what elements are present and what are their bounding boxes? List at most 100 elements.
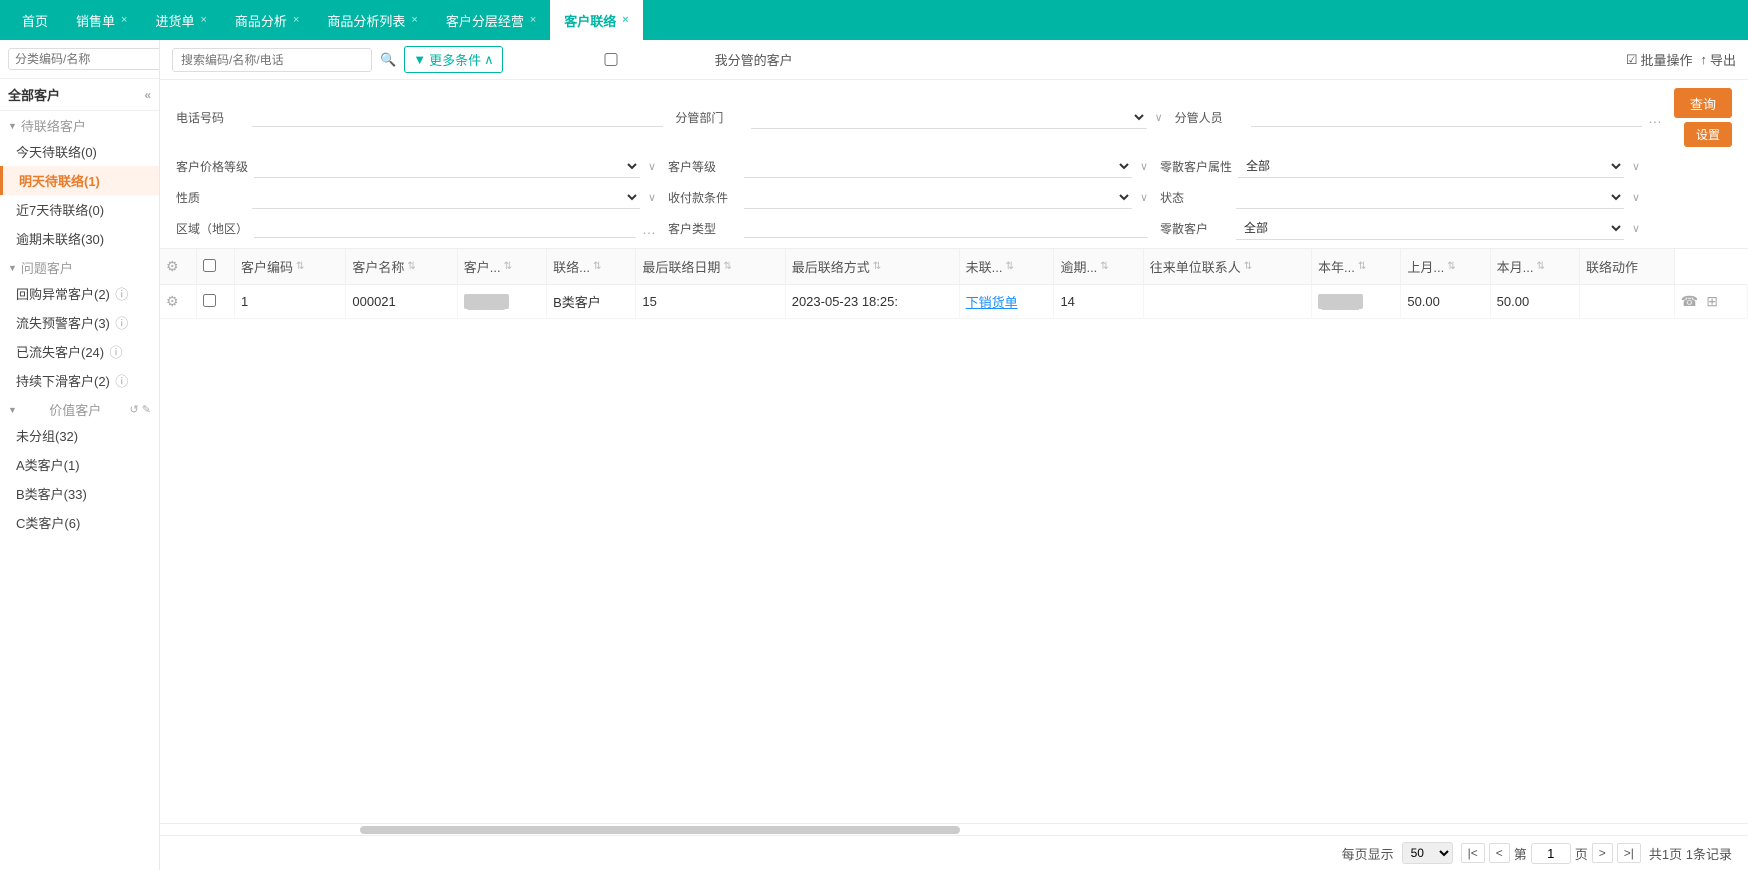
set-button[interactable]: 设置	[1684, 122, 1732, 147]
close-purchase-order-icon[interactable]: ×	[200, 14, 206, 26]
filter-phone: 电话号码	[176, 108, 663, 127]
th-not-contacted[interactable]: 未联...⇅	[959, 249, 1054, 285]
filter-panel: 电话号码 分管部门 ∨ 分管人员 … 查询 设置	[160, 80, 1748, 249]
filter-retail-customer-select[interactable]: 全部	[1236, 217, 1624, 240]
filter-retail-attr-select[interactable]: 全部	[1238, 155, 1624, 178]
dept-chevron-icon: ∨	[1155, 111, 1163, 124]
content-area: 🔍 ▼ 更多条件 ∧ 我分管的客户 ☑ 批量操作 ↑ 导出	[160, 40, 1748, 870]
sidebar-item-tomorrow-pending[interactable]: 明天待联络(1)	[0, 166, 159, 195]
sidebar-item-class-b[interactable]: B类客户(33)	[0, 479, 159, 508]
close-customer-tier-icon[interactable]: ×	[530, 14, 536, 26]
th-checkbox[interactable]	[197, 249, 235, 285]
value-group-icons[interactable]: ↺ ✎	[130, 403, 152, 416]
more-conditions-button[interactable]: ▼ 更多条件 ∧	[404, 46, 502, 73]
filter-manager-input[interactable]	[1251, 108, 1642, 127]
sort-this-year-icon: ⇅	[1358, 261, 1366, 272]
filter-row-3: 性质 ∨ 收付款条件 ∨ 状态 ∨	[176, 186, 1732, 209]
filter-region-label: 区域（地区）	[176, 220, 248, 237]
search-input[interactable]	[172, 48, 372, 72]
nav-home[interactable]: 首页	[8, 0, 62, 40]
query-btn-group: 查询 设置	[1674, 88, 1732, 147]
filter-status-select[interactable]	[1236, 186, 1624, 209]
sidebar-item-ungrouped[interactable]: 未分组(32)	[0, 421, 159, 450]
th-contact-person[interactable]: 往来单位联系人⇅	[1143, 249, 1311, 285]
first-page-button[interactable]: |<	[1461, 843, 1485, 863]
sidebar-item-churned[interactable]: 已流失客户(24) ⓘ	[0, 337, 159, 366]
close-product-analysis-icon[interactable]: ×	[293, 14, 299, 26]
th-name[interactable]: 客户名称⇅	[346, 249, 457, 285]
collapse-sidebar-icon[interactable]: «	[144, 88, 151, 102]
phone-action-icon[interactable]: ☎	[1681, 293, 1698, 310]
footer: 每页显示 50 10 20 100 |< < 第 页 > >| 共1页 1条记录	[160, 835, 1748, 870]
sidebar-search-input[interactable]	[8, 48, 160, 70]
nav-product-analysis[interactable]: 商品分析 ×	[221, 0, 313, 40]
td-checkbox[interactable]	[197, 285, 235, 319]
prev-page-button[interactable]: <	[1489, 843, 1510, 863]
filter-dept-select[interactable]	[751, 106, 1146, 129]
th-type[interactable]: 客户...⇅	[457, 249, 546, 285]
nav-purchase-order[interactable]: 进货单 ×	[141, 0, 220, 40]
nav-product-analysis-list[interactable]: 商品分析列表 ×	[313, 0, 431, 40]
td-last-month: 50.00	[1490, 285, 1579, 319]
close-sales-order-icon[interactable]: ×	[121, 14, 127, 26]
per-page-select[interactable]: 50 10 20 100	[1402, 842, 1453, 864]
nav-sales-order[interactable]: 销售单 ×	[62, 0, 141, 40]
next-page-button[interactable]: >	[1592, 843, 1613, 863]
page-input[interactable]	[1531, 843, 1571, 864]
sort-type-icon: ⇅	[504, 261, 512, 272]
close-customer-contact-icon[interactable]: ×	[622, 14, 628, 26]
sidebar-item-churn-warning[interactable]: 流失预警客户(3) ⓘ	[0, 308, 159, 337]
filter-nature-select[interactable]	[252, 186, 640, 209]
all-customers-label: 全部客户	[8, 85, 60, 104]
sidebar-item-class-a[interactable]: A类客户(1)	[0, 450, 159, 479]
filter-region-input[interactable]	[254, 219, 636, 238]
th-code[interactable]: 客户编码⇅	[234, 249, 345, 285]
sidebar-item-declining[interactable]: 持续下滑客户(2) ⓘ	[0, 366, 159, 395]
manager-dots-icon[interactable]: …	[1648, 110, 1662, 126]
horizontal-scrollbar[interactable]	[160, 823, 1748, 835]
row-checkbox[interactable]	[203, 294, 216, 307]
region-dots-icon[interactable]: …	[642, 221, 656, 237]
filter-customer-level-select[interactable]	[744, 155, 1132, 178]
nav-customer-tier[interactable]: 客户分层经营 ×	[432, 0, 550, 40]
filter-payment-select[interactable]	[744, 186, 1132, 209]
filter-customer-type-input[interactable]	[744, 219, 1148, 238]
th-gear[interactable]: ⚙	[160, 249, 197, 285]
my-customers-checkbox-label[interactable]: 我分管的客户	[511, 50, 793, 69]
select-all-checkbox[interactable]	[203, 259, 216, 272]
data-table-container: ⚙ 客户编码⇅ 客户名称⇅ 客户...⇅ 联络...⇅ 最后联络日期⇅ 最后联络…	[160, 249, 1748, 823]
filter-price-level-select[interactable]	[254, 155, 640, 178]
last-page-button[interactable]: >|	[1617, 843, 1641, 863]
my-customers-checkbox[interactable]	[511, 53, 711, 66]
close-product-analysis-list-icon[interactable]: ×	[411, 14, 417, 26]
th-this-month[interactable]: 本月...⇅	[1490, 249, 1579, 285]
grid-action-icon[interactable]: ⊞	[1706, 293, 1718, 310]
nav-customer-contact[interactable]: 客户联络 ×	[550, 0, 642, 40]
filter-row-1: 电话号码 分管部门 ∨ 分管人员 … 查询 设置	[176, 88, 1732, 147]
row-gear-icon[interactable]: ⚙	[166, 293, 179, 309]
th-contacts[interactable]: 联络...⇅	[547, 249, 636, 285]
th-last-method[interactable]: 最后联络方式⇅	[785, 249, 959, 285]
sidebar-item-overdue-pending[interactable]: 逾期未联络(30)	[0, 224, 159, 253]
batch-operation-button[interactable]: ☑ 批量操作	[1626, 50, 1693, 69]
export-button[interactable]: ↑ 导出	[1700, 50, 1736, 69]
action-icons: ☎ ⊞	[1681, 293, 1741, 310]
group-label-value: 价值客户 ↺ ✎	[0, 395, 159, 421]
th-last-date[interactable]: 最后联络日期⇅	[636, 249, 785, 285]
sidebar-item-repurchase-abnormal[interactable]: 回购异常客户(2) ⓘ	[0, 279, 159, 308]
sidebar-item-7days-pending[interactable]: 近7天待联络(0)	[0, 195, 159, 224]
th-overdue[interactable]: 逾期...⇅	[1054, 249, 1143, 285]
search-button[interactable]: 🔍	[380, 52, 396, 68]
th-this-year[interactable]: 本年...⇅	[1312, 249, 1401, 285]
sidebar-item-today-pending[interactable]: 今天待联络(0)	[0, 137, 159, 166]
query-button[interactable]: 查询	[1674, 88, 1732, 118]
sidebar-item-class-c[interactable]: C类客户(6)	[0, 508, 159, 537]
filter-customer-level-label: 客户等级	[668, 158, 738, 175]
th-last-month[interactable]: 上月...⇅	[1401, 249, 1490, 285]
last-method-link[interactable]: 下销货单	[966, 295, 1018, 310]
filter-dept: 分管部门 ∨	[675, 106, 1162, 129]
filter-phone-input[interactable]	[252, 108, 663, 127]
filter-manager: 分管人员 …	[1175, 108, 1662, 127]
td-index: 1	[234, 285, 345, 319]
scrollbar-thumb[interactable]	[360, 826, 960, 834]
